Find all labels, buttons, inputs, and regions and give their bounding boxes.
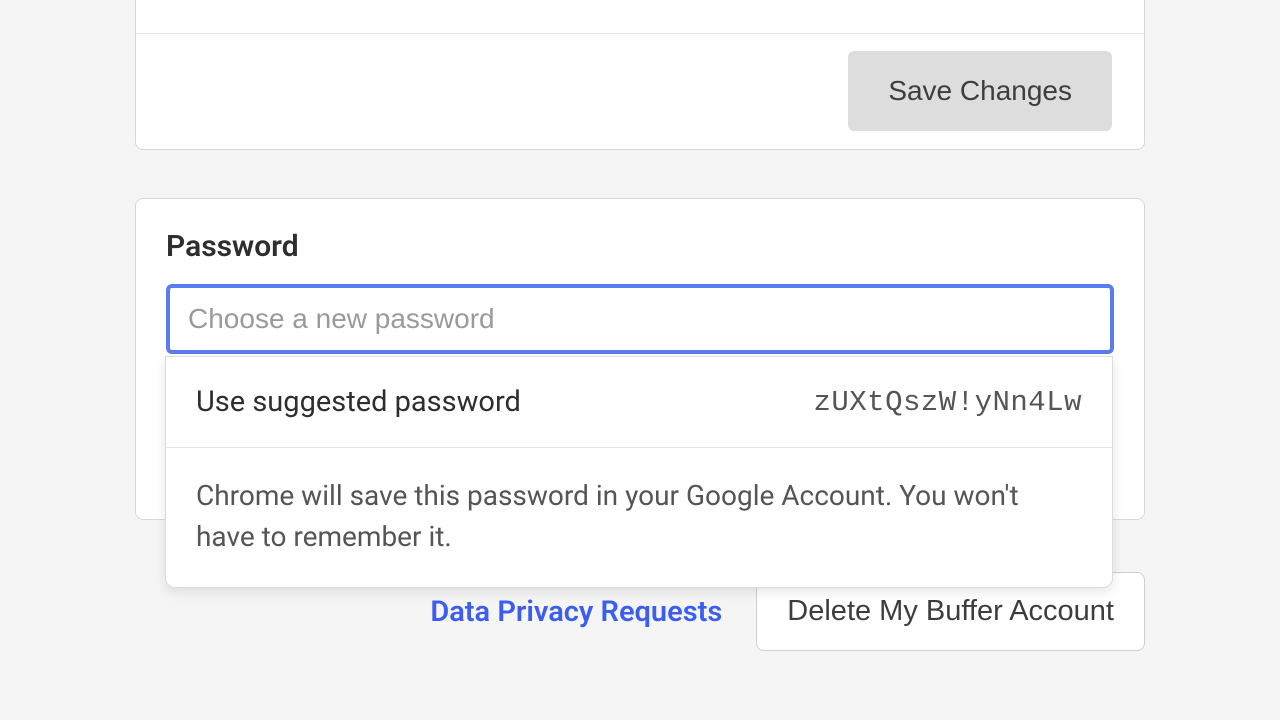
data-privacy-link[interactable]: Data Privacy Requests (430, 595, 722, 629)
suggestion-hint-text: Chrome will save this password in your G… (166, 448, 1112, 587)
settings-card-upper: Save Changes (135, 0, 1145, 150)
suggestion-label: Use suggested password (196, 385, 521, 419)
divider (136, 33, 1144, 34)
password-heading: Password (166, 229, 1114, 264)
save-changes-button[interactable]: Save Changes (848, 51, 1112, 131)
use-suggested-password-option[interactable]: Use suggested password zUXtQszW!yNn4Lw (166, 357, 1112, 447)
password-suggestion-dropdown: Use suggested password zUXtQszW!yNn4Lw C… (165, 356, 1113, 588)
password-input[interactable] (166, 284, 1114, 354)
suggested-password-value: zUXtQszW!yNn4Lw (813, 386, 1082, 419)
